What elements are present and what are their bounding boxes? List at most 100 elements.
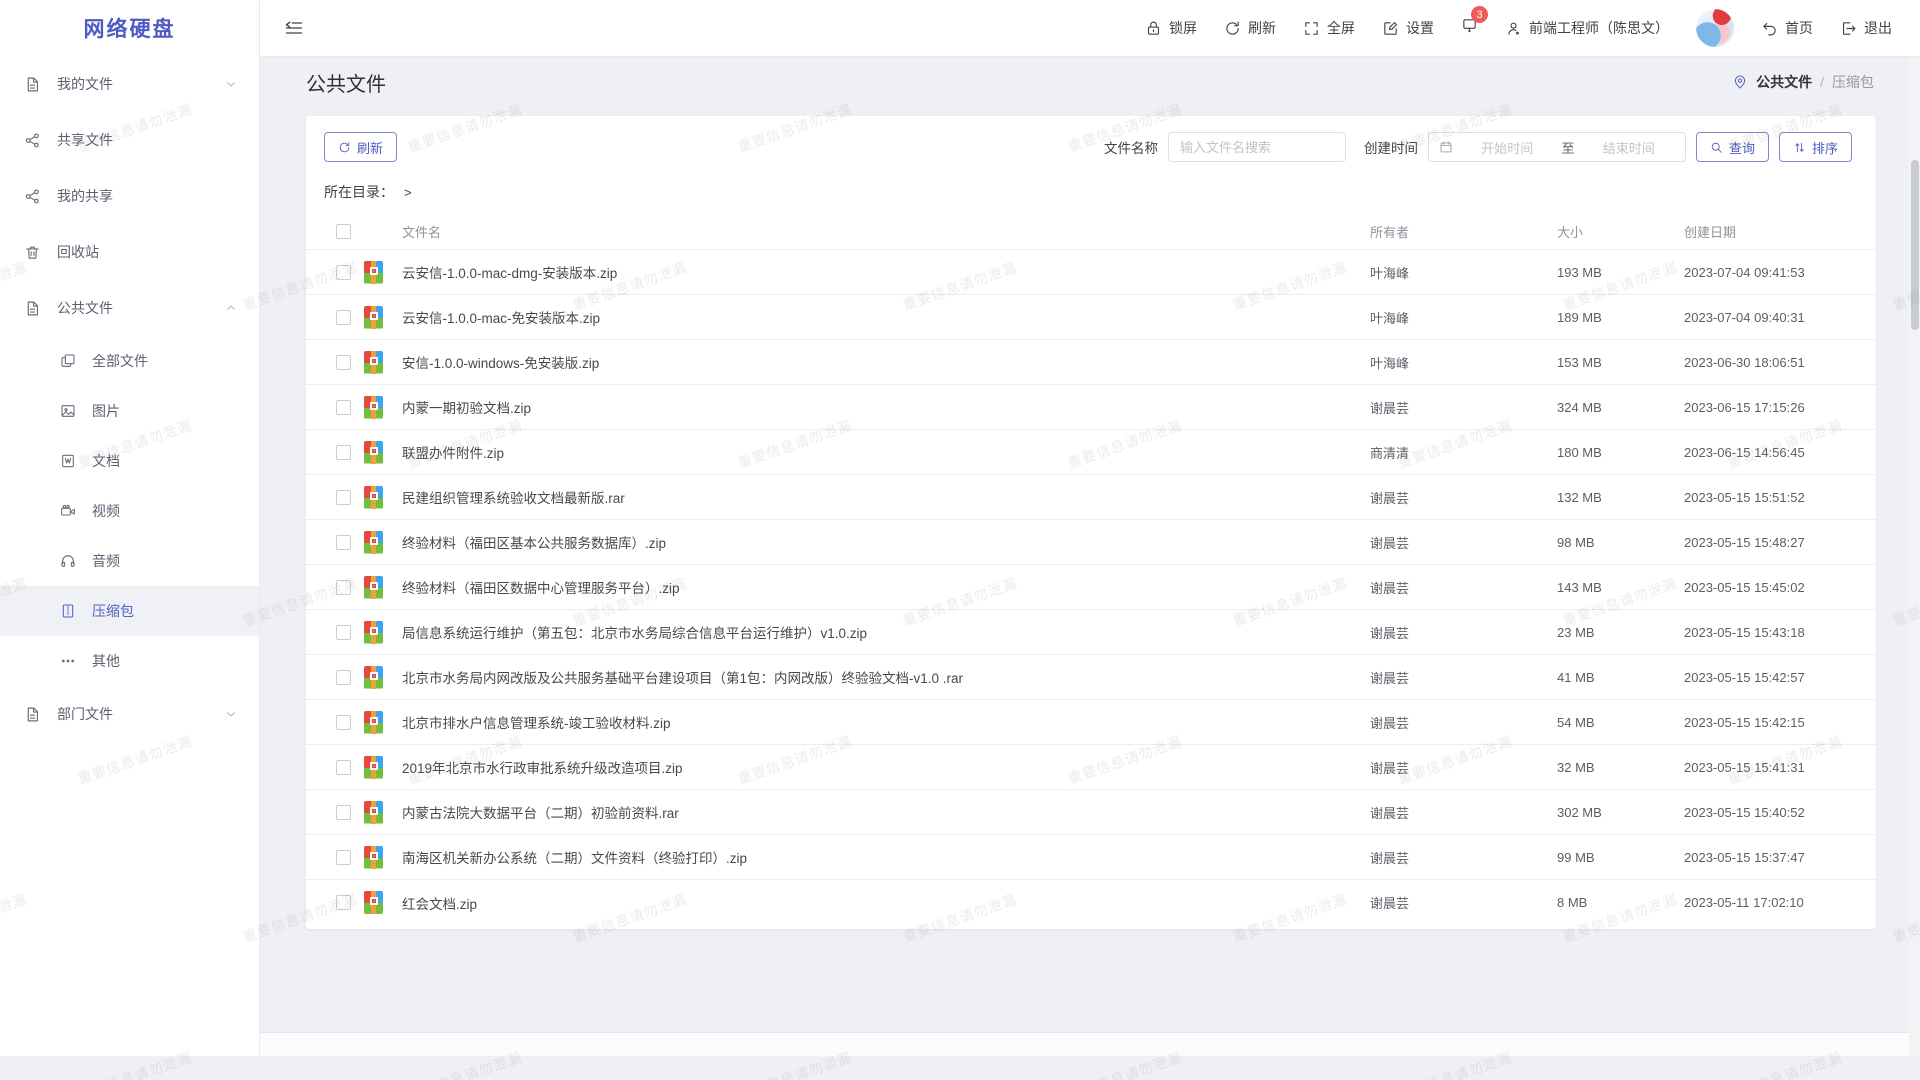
table-row[interactable]: 红会文档.zip 谢晨芸 8 MB 2023-05-11 17:02:10 bbox=[306, 880, 1876, 925]
row-checkbox[interactable] bbox=[336, 850, 351, 865]
sidebar-item-label: 压缩包 bbox=[92, 601, 134, 621]
breadcrumb-parent[interactable]: 公共文件 bbox=[1756, 72, 1812, 92]
zip-file-icon bbox=[364, 576, 383, 599]
lock-screen-button[interactable]: 锁屏 bbox=[1145, 18, 1197, 38]
table-row[interactable]: 局信息系统运行维护（第五包：北京市水务局综合信息平台运行维护）v1.0.zip … bbox=[306, 610, 1876, 655]
row-checkbox[interactable] bbox=[336, 760, 351, 775]
column-header-size[interactable]: 大小 bbox=[1557, 222, 1672, 241]
file-date: 2023-05-15 15:51:52 bbox=[1684, 490, 1826, 505]
column-header-date[interactable]: 创建日期 bbox=[1684, 222, 1826, 241]
zip-file-icon bbox=[364, 711, 383, 734]
home-button[interactable]: 首页 bbox=[1761, 18, 1813, 38]
file-name[interactable]: 终验材料（福田区基本公共服务数据库）.zip bbox=[402, 532, 1358, 552]
file-name[interactable]: 安信-1.0.0-windows-免安装版.zip bbox=[402, 352, 1358, 372]
table-row[interactable]: 云安信-1.0.0-mac-免安装版本.zip 叶海峰 189 MB 2023-… bbox=[306, 295, 1876, 340]
file-name[interactable]: 终验材料（福田区数据中心管理服务平台）.zip bbox=[402, 577, 1358, 597]
file-name-search-input[interactable] bbox=[1168, 132, 1346, 162]
refresh-page-button[interactable]: 刷新 bbox=[1224, 18, 1276, 38]
sidebar-item-my-shares[interactable]: 我的共享 bbox=[0, 168, 259, 224]
sidebar-item-shared-files[interactable]: 共享文件 bbox=[0, 112, 259, 168]
zip-file-icon bbox=[364, 666, 383, 689]
file-name[interactable]: 红会文档.zip bbox=[402, 893, 1358, 913]
sidebar-item-archives[interactable]: 压缩包 bbox=[0, 586, 259, 636]
copy-icon bbox=[60, 353, 76, 369]
avatar[interactable] bbox=[1696, 9, 1734, 47]
zip-file-icon bbox=[364, 801, 383, 824]
sort-button[interactable]: 排序 bbox=[1779, 132, 1852, 162]
table-row[interactable]: 2019年北京市水行政审批系统升级改造项目.zip 谢晨芸 32 MB 2023… bbox=[306, 745, 1876, 790]
row-checkbox[interactable] bbox=[336, 580, 351, 595]
collapse-sidebar-icon[interactable] bbox=[284, 18, 304, 38]
table-row[interactable]: 北京市排水户信息管理系统-竣工验收材料.zip 谢晨芸 54 MB 2023-0… bbox=[306, 700, 1876, 745]
row-checkbox[interactable] bbox=[336, 535, 351, 550]
file-list-card: 刷新 文件名称 创建时间 开始时间 至 结束时间 bbox=[306, 116, 1876, 929]
file-name[interactable]: 联盟办件附件.zip bbox=[402, 442, 1358, 462]
table-row[interactable]: 内蒙古法院大数据平台（二期）初验前资料.rar 谢晨芸 302 MB 2023-… bbox=[306, 790, 1876, 835]
file-date: 2023-05-15 15:43:18 bbox=[1684, 625, 1826, 640]
table-row[interactable]: 内蒙一期初验文档.zip 谢晨芸 324 MB 2023-06-15 17:15… bbox=[306, 385, 1876, 430]
file-owner: 谢晨芸 bbox=[1370, 713, 1545, 732]
lock-icon bbox=[1145, 20, 1162, 37]
sidebar-item-label: 其他 bbox=[92, 651, 120, 671]
file-size: 32 MB bbox=[1557, 760, 1672, 775]
zip-file-icon bbox=[364, 756, 383, 779]
file-name[interactable]: 北京市水务局内网改版及公共服务基础平台建设项目（第1包：内网改版）终验验文档-v… bbox=[402, 667, 1358, 687]
select-all-checkbox[interactable] bbox=[336, 224, 351, 239]
file-name[interactable]: 局信息系统运行维护（第五包：北京市水务局综合信息平台运行维护）v1.0.zip bbox=[402, 622, 1358, 642]
sidebar-item-recycle-bin[interactable]: 回收站 bbox=[0, 224, 259, 280]
file-name[interactable]: 2019年北京市水行政审批系统升级改造项目.zip bbox=[402, 757, 1358, 777]
file-name[interactable]: 云安信-1.0.0-mac-dmg-安装版本.zip bbox=[402, 262, 1358, 282]
sidebar-item-others[interactable]: 其他 bbox=[0, 636, 259, 686]
row-checkbox[interactable] bbox=[336, 895, 351, 910]
breadcrumb-separator: / bbox=[1820, 74, 1824, 90]
sidebar-item-my-files[interactable]: 我的文件 bbox=[0, 56, 259, 112]
row-checkbox[interactable] bbox=[336, 715, 351, 730]
share-icon bbox=[24, 132, 41, 149]
sidebar-item-videos[interactable]: 视频 bbox=[0, 486, 259, 536]
row-checkbox[interactable] bbox=[336, 670, 351, 685]
query-button[interactable]: 查询 bbox=[1696, 132, 1769, 162]
sidebar-item-documents[interactable]: 文档 bbox=[0, 436, 259, 486]
file-name[interactable]: 北京市排水户信息管理系统-竣工验收材料.zip bbox=[402, 712, 1358, 732]
column-header-name[interactable]: 文件名 bbox=[402, 222, 1358, 241]
directory-root-arrow[interactable]: > bbox=[404, 185, 412, 200]
settings-button[interactable]: 设置 bbox=[1382, 18, 1434, 38]
file-name[interactable]: 云安信-1.0.0-mac-免安装版本.zip bbox=[402, 307, 1358, 327]
sidebar-item-department-files[interactable]: 部门文件 bbox=[0, 686, 259, 742]
table-row[interactable]: 终验材料（福田区基本公共服务数据库）.zip 谢晨芸 98 MB 2023-05… bbox=[306, 520, 1876, 565]
file-name[interactable]: 南海区机关新办公系统（二期）文件资料（终验打印）.zip bbox=[402, 847, 1358, 867]
row-checkbox[interactable] bbox=[336, 265, 351, 280]
fullscreen-button[interactable]: 全屏 bbox=[1303, 18, 1355, 38]
row-checkbox[interactable] bbox=[336, 805, 351, 820]
table-row[interactable]: 南海区机关新办公系统（二期）文件资料（终验打印）.zip 谢晨芸 99 MB 2… bbox=[306, 835, 1876, 880]
notifications-button[interactable]: 3 bbox=[1461, 17, 1478, 39]
table-row[interactable]: 安信-1.0.0-windows-免安装版.zip 叶海峰 153 MB 202… bbox=[306, 340, 1876, 385]
row-checkbox[interactable] bbox=[336, 625, 351, 640]
column-header-owner[interactable]: 所有者 bbox=[1370, 222, 1545, 241]
row-checkbox[interactable] bbox=[336, 490, 351, 505]
sidebar-item-public-files[interactable]: 公共文件 bbox=[0, 280, 259, 336]
table-row[interactable]: 民建组织管理系统验收文档最新版.rar 谢晨芸 132 MB 2023-05-1… bbox=[306, 475, 1876, 520]
file-name[interactable]: 内蒙一期初验文档.zip bbox=[402, 397, 1358, 417]
row-checkbox[interactable] bbox=[336, 355, 351, 370]
vertical-scrollbar[interactable] bbox=[1909, 56, 1920, 1056]
row-checkbox[interactable] bbox=[336, 310, 351, 325]
current-directory-label: 所在目录： bbox=[324, 182, 394, 202]
table-row[interactable]: 北京市水务局内网改版及公共服务基础平台建设项目（第1包：内网改版）终验验文档-v… bbox=[306, 655, 1876, 700]
table-row[interactable]: 终验材料（福田区数据中心管理服务平台）.zip 谢晨芸 143 MB 2023-… bbox=[306, 565, 1876, 610]
refresh-list-button[interactable]: 刷新 bbox=[324, 132, 397, 162]
user-menu[interactable]: 前端工程师（陈思文） bbox=[1505, 18, 1669, 38]
file-date: 2023-05-11 17:02:10 bbox=[1684, 895, 1826, 910]
row-checkbox[interactable] bbox=[336, 400, 351, 415]
date-range-picker[interactable]: 开始时间 至 结束时间 bbox=[1428, 132, 1686, 162]
scrollbar-thumb[interactable] bbox=[1911, 160, 1919, 330]
sidebar-item-images[interactable]: 图片 bbox=[0, 386, 259, 436]
row-checkbox[interactable] bbox=[336, 445, 351, 460]
table-row[interactable]: 联盟办件附件.zip 商清清 180 MB 2023-06-15 14:56:4… bbox=[306, 430, 1876, 475]
logout-button[interactable]: 退出 bbox=[1840, 18, 1892, 38]
file-name[interactable]: 民建组织管理系统验收文档最新版.rar bbox=[402, 487, 1358, 507]
sidebar-item-all-files[interactable]: 全部文件 bbox=[0, 336, 259, 386]
file-name[interactable]: 内蒙古法院大数据平台（二期）初验前资料.rar bbox=[402, 802, 1358, 822]
table-row[interactable]: 云安信-1.0.0-mac-dmg-安装版本.zip 叶海峰 193 MB 20… bbox=[306, 250, 1876, 295]
sidebar-item-audio[interactable]: 音频 bbox=[0, 536, 259, 586]
